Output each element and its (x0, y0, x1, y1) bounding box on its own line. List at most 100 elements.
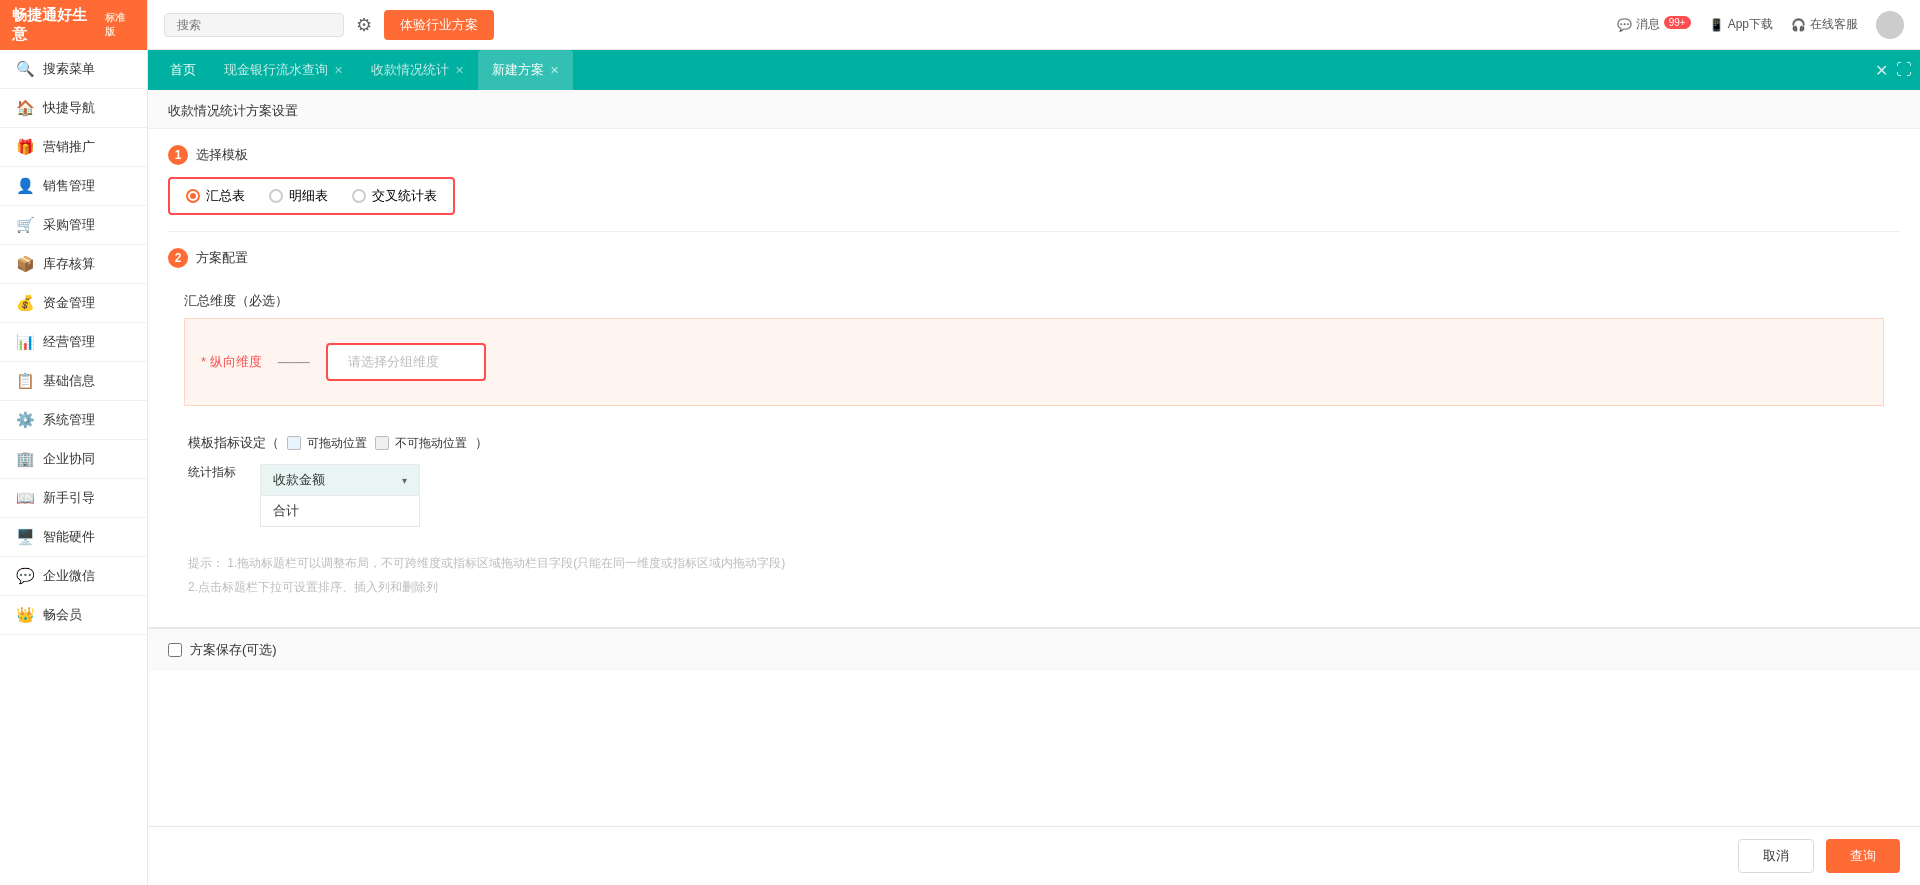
sidebar-item-search-menu[interactable]: 🔍 搜索菜单 (0, 50, 147, 89)
sidebar-item-sales[interactable]: 👤 销售管理 (0, 167, 147, 206)
tab-bank-flow-label: 现金银行流水查询 (224, 61, 328, 79)
building-icon: 🏢 (16, 450, 35, 468)
app-name: 畅捷通好生意 (12, 6, 101, 44)
topbar: ⚙ 体验行业方案 💬 消息 99+ 📱 App下载 🎧 在线客服 (148, 0, 1920, 50)
stats-label: 统计指标 (188, 464, 236, 481)
notification-label: 消息 (1636, 16, 1660, 33)
sidebar-item-wechat[interactable]: 💬 企业微信 (0, 557, 147, 596)
download-item[interactable]: 📱 App下载 (1709, 16, 1773, 33)
main-area: ⚙ 体验行业方案 💬 消息 99+ 📱 App下载 🎧 在线客服 首页 现金银行… (148, 0, 1920, 885)
sidebar-item-member[interactable]: 👑 畅会员 (0, 596, 147, 635)
arrow-icon: —— (278, 353, 310, 371)
sidebar-item-label: 营销推广 (43, 138, 95, 156)
maximize-icon[interactable]: ⛶ (1896, 61, 1912, 79)
breadcrumb: 收款情况统计方案设置 (168, 103, 298, 118)
chevron-down-icon: ▾ (402, 475, 407, 486)
sidebar-item-label: 企业协同 (43, 450, 95, 468)
indicator-title: 模板指标设定（ (188, 434, 279, 452)
indicator-header: 模板指标设定（ 可拖动位置 不可拖动位置 ） (188, 434, 1880, 452)
download-icon: 📱 (1709, 18, 1724, 32)
step2-section: 2 方案配置 汇总维度（必选） * 纵向维度 —— 请选择分组维度 (148, 232, 1920, 627)
indicator-table: 收款金额 ▾ 合计 (260, 464, 420, 527)
sidebar-item-label: 资金管理 (43, 294, 95, 312)
monitor-icon: 🖥️ (16, 528, 35, 546)
toggle-draggable[interactable]: 可拖动位置 (287, 435, 367, 452)
vertical-dimension-label: * 纵向维度 (201, 353, 262, 371)
tab-home[interactable]: 首页 (156, 61, 210, 79)
support-label: 在线客服 (1810, 16, 1858, 33)
radio-cross[interactable]: 交叉统计表 (352, 187, 437, 205)
indicator-section: 模板指标设定（ 可拖动位置 不可拖动位置 ） 统计指标 (168, 422, 1900, 539)
headset-icon: 🎧 (1791, 18, 1806, 32)
notification-badge: 99+ (1664, 16, 1691, 29)
step1-title: 1 选择模板 (168, 145, 1900, 165)
step2-title: 2 方案配置 (168, 248, 1900, 268)
toggle-draggable-label: 可拖动位置 (307, 435, 367, 452)
dimension-header: 汇总维度（必选） (168, 280, 1900, 318)
save-plan-checkbox[interactable] (168, 643, 182, 657)
page-content: 收款情况统计方案设置 1 选择模板 汇总表 明细表 (148, 90, 1920, 826)
tab-new-plan[interactable]: 新建方案 ✕ (478, 50, 573, 90)
book-icon: 📖 (16, 489, 35, 507)
settings-icon[interactable]: ⚙ (356, 14, 372, 36)
radio-summary[interactable]: 汇总表 (186, 187, 245, 205)
dimension-selector[interactable]: 请选择分组维度 (326, 343, 486, 381)
sidebar-item-enterprise[interactable]: 🏢 企业协同 (0, 440, 147, 479)
tips-section: 提示： 1.拖动标题栏可以调整布局，不可跨维度或指标区域拖动栏目字段(只能在同一… (168, 539, 1900, 611)
money-icon: 💰 (16, 294, 35, 312)
radio-detail-label: 明细表 (289, 187, 328, 205)
sidebar-item-label: 智能硬件 (43, 528, 95, 546)
step2-badge: 2 (168, 248, 188, 268)
sidebar-item-inventory[interactable]: 📦 库存核算 (0, 245, 147, 284)
sidebar-item-hardware[interactable]: 🖥️ 智能硬件 (0, 518, 147, 557)
cart-icon: 🛒 (16, 216, 35, 234)
sidebar-item-label: 新手引导 (43, 489, 95, 507)
notification-item[interactable]: 💬 消息 99+ (1617, 16, 1691, 33)
search-input[interactable] (164, 13, 344, 37)
sidebar-item-basic-info[interactable]: 📋 基础信息 (0, 362, 147, 401)
indicator-layout: 统计指标 收款金额 ▾ 合计 (188, 464, 1880, 527)
sidebar-item-operations[interactable]: 📊 经营管理 (0, 323, 147, 362)
tab-collection-stat-close[interactable]: ✕ (455, 64, 464, 77)
indicator-table-row: 合计 (261, 496, 419, 526)
search-menu-icon: 🔍 (16, 60, 35, 78)
sidebar-item-quick-nav[interactable]: 🏠 快捷导航 (0, 89, 147, 128)
sidebar-item-system[interactable]: ⚙️ 系统管理 (0, 401, 147, 440)
user-avatar[interactable] (1876, 11, 1904, 39)
sidebar-item-guide[interactable]: 📖 新手引导 (0, 479, 147, 518)
radio-summary-label: 汇总表 (206, 187, 245, 205)
sidebar: 畅捷通好生意 标准版 🔍 搜索菜单 🏠 快捷导航 🎁 营销推广 👤 销售管理 🛒… (0, 0, 148, 885)
cancel-button[interactable]: 取消 (1738, 839, 1814, 873)
tab-bank-flow-close[interactable]: ✕ (334, 64, 343, 77)
sidebar-item-label: 快捷导航 (43, 99, 95, 117)
bottom-bar: 取消 查询 (148, 826, 1920, 885)
support-item[interactable]: 🎧 在线客服 (1791, 16, 1858, 33)
topbar-left: ⚙ 体验行业方案 (164, 10, 494, 40)
sidebar-item-finance[interactable]: 💰 资金管理 (0, 284, 147, 323)
indicator-table-header[interactable]: 收款金额 ▾ (261, 465, 419, 496)
step1-badge: 1 (168, 145, 188, 165)
dimension-area: * 纵向维度 —— 请选择分组维度 (184, 318, 1884, 406)
indicator-label-area: 统计指标 (188, 464, 236, 489)
page-header: 收款情况统计方案设置 (148, 90, 1920, 129)
sidebar-item-purchase[interactable]: 🛒 采购管理 (0, 206, 147, 245)
tab-new-plan-close[interactable]: ✕ (550, 64, 559, 77)
toggle-draggable-box (287, 436, 301, 450)
tab-collection-stat[interactable]: 收款情况统计 ✕ (357, 50, 478, 90)
radio-detail-dot (269, 189, 283, 203)
tip-line1: 提示： 1.拖动标题栏可以调整布局，不可跨维度或指标区域拖动栏目字段(只能在同一… (188, 551, 1880, 575)
query-button[interactable]: 查询 (1826, 839, 1900, 873)
tab-bank-flow[interactable]: 现金银行流水查询 ✕ (210, 50, 357, 90)
toggle-undraggable[interactable]: 不可拖动位置 (375, 435, 467, 452)
page-inner: 收款情况统计方案设置 1 选择模板 汇总表 明细表 (148, 90, 1920, 826)
sidebar-item-marketing[interactable]: 🎁 营销推广 (0, 128, 147, 167)
tip-line2: 2.点击标题栏下拉可设置排序、插入列和删除列 (188, 575, 1880, 599)
step2-label: 方案配置 (196, 249, 248, 267)
column-header-label: 收款金额 (273, 471, 325, 489)
dimension-row: * 纵向维度 —— 请选择分组维度 (201, 343, 1867, 381)
industry-btn[interactable]: 体验行业方案 (384, 10, 494, 40)
sidebar-item-label: 库存核算 (43, 255, 95, 273)
close-window-icon[interactable]: ✕ (1875, 61, 1888, 80)
radio-detail[interactable]: 明细表 (269, 187, 328, 205)
gear-icon: ⚙️ (16, 411, 35, 429)
